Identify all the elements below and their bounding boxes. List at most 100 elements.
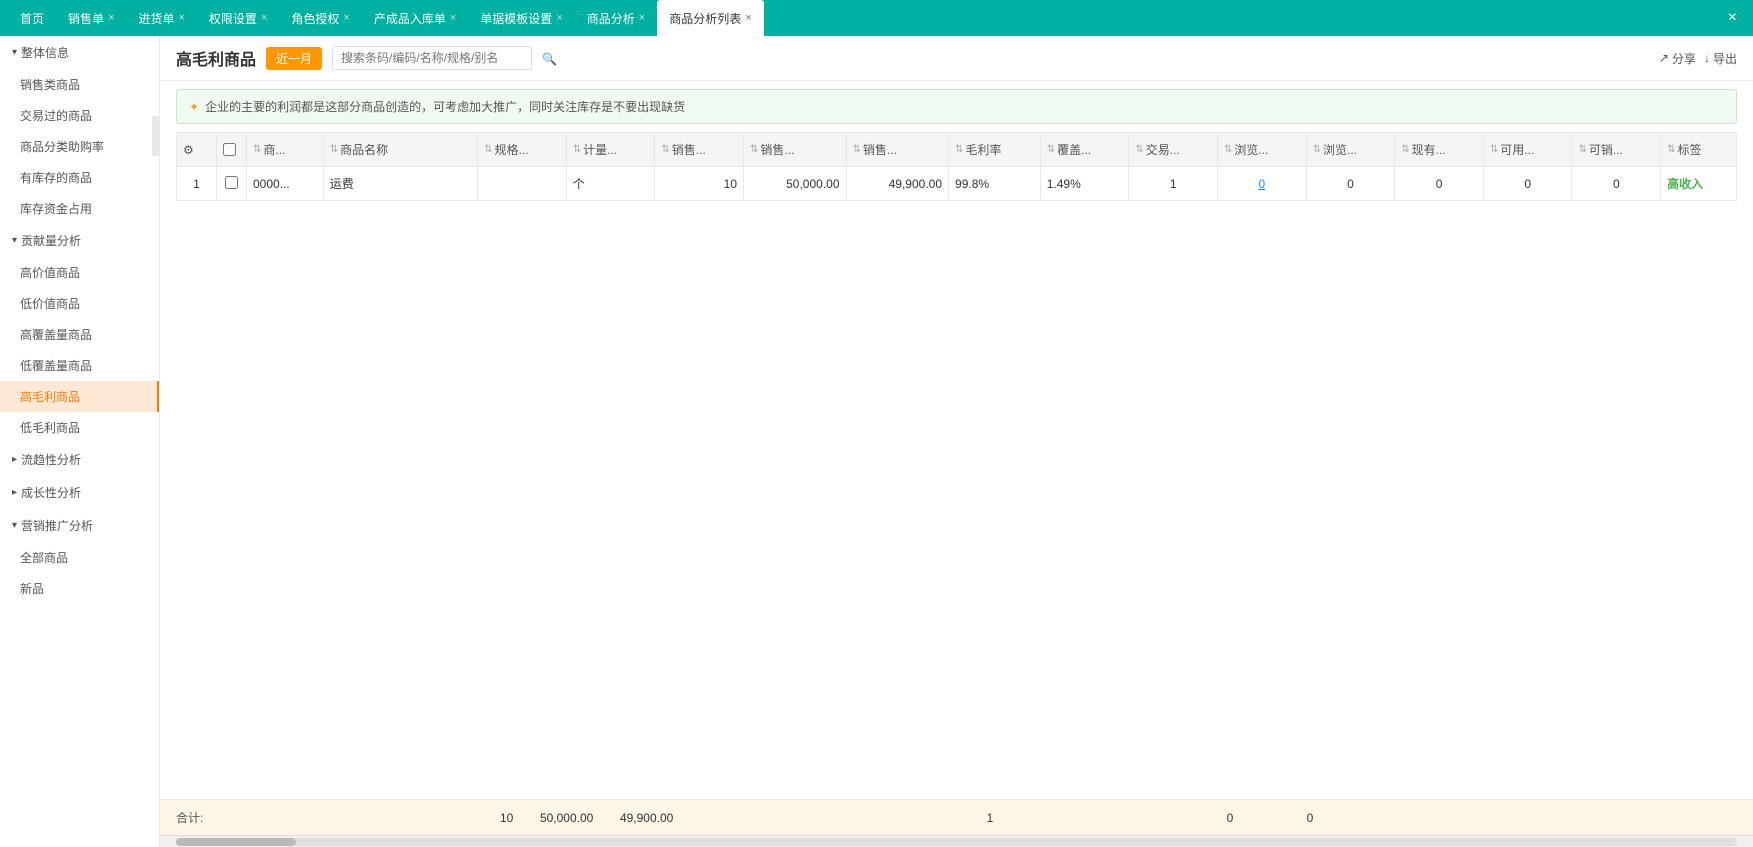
sort-icon: ⇅ [955, 144, 963, 155]
summary-current-stock: 0 [1159, 811, 1239, 825]
col-gross-rate[interactable]: ⇅ 毛利率 [949, 133, 1041, 167]
sort-icon: ⇅ [1047, 144, 1055, 155]
sidebar-item-high-value[interactable]: 高价值商品 [0, 257, 159, 288]
horizontal-scrollbar[interactable] [160, 835, 1753, 847]
col-sales-amount[interactable]: ⇅ 销售... [744, 133, 847, 167]
cell-sales-amount: 50,000.00 [744, 167, 847, 201]
nav-sales-order[interactable]: 销售单 × [56, 0, 126, 36]
sort-icon: ⇅ [750, 144, 758, 155]
close-icon[interactable]: × [108, 12, 114, 24]
sidebar-group-contribution[interactable]: ▾ 贡献量分析 [0, 224, 159, 257]
col-current-stock[interactable]: ⇅ 现有... [1395, 133, 1484, 167]
select-all-checkbox[interactable] [223, 143, 236, 156]
sidebar-item-high-coverage[interactable]: 高覆盖量商品 [0, 319, 159, 350]
sort-icon: ⇅ [1224, 144, 1232, 155]
sidebar-group-overall[interactable]: ▾ 整体信息 [0, 36, 159, 69]
sort-icon: ⇅ [1490, 144, 1498, 155]
nav-permission-settings[interactable]: 权限设置 × [197, 0, 279, 36]
sidebar-collapse-button[interactable]: 《 [152, 116, 160, 156]
cell-sales-qty: 10 [655, 167, 744, 201]
sidebar-item-low-margin[interactable]: 低毛利商品 [0, 412, 159, 443]
col-browse2[interactable]: ⇅ 浏览... [1306, 133, 1395, 167]
nav-purchase-order[interactable]: 进货单 × [126, 0, 196, 36]
nav-home[interactable]: 首页 [8, 0, 56, 36]
sidebar-group-trend[interactable]: ▸ 流趋性分析 [0, 443, 159, 476]
sidebar-item-category-purchase-rate[interactable]: 商品分类助购率 [0, 131, 159, 162]
main-layout: ▾ 整体信息 销售类商品 交易过的商品 商品分类助购率 有库存的商品 库存资金占… [0, 36, 1753, 847]
row-checkbox[interactable] [225, 176, 238, 189]
nav-product-warehouse[interactable]: 产成品入库单 × [362, 0, 468, 36]
sidebar-item-in-stock[interactable]: 有库存的商品 [0, 162, 159, 193]
scrollbar-track [176, 838, 1737, 846]
data-table: ⚙ ⇅ 商... ⇅ [176, 132, 1737, 201]
close-icon[interactable]: × [261, 12, 267, 24]
summary-sales-amount: 50,000.00 [519, 811, 599, 825]
sort-icon: ⇅ [573, 144, 581, 155]
table-wrapper[interactable]: ⚙ ⇅ 商... ⇅ [160, 132, 1753, 799]
sidebar-item-all-goods[interactable]: 全部商品 [0, 542, 159, 573]
close-icon[interactable]: × [450, 12, 456, 24]
sort-icon: ⇅ [1135, 144, 1143, 155]
sort-icon: ⇅ [253, 144, 261, 155]
share-button[interactable]: ↗ 分享 [1659, 50, 1696, 67]
cell-checkbox[interactable] [217, 167, 247, 201]
close-icon[interactable]: × [343, 12, 349, 24]
sidebar-item-traded-goods[interactable]: 交易过的商品 [0, 100, 159, 131]
sidebar-item-new-goods[interactable]: 新品 [0, 573, 159, 604]
sort-icon: ⇅ [1313, 144, 1321, 155]
summary-sales-profit: 49,900.00 [599, 811, 679, 825]
cell-browse2: 0 [1306, 167, 1395, 201]
sidebar-group-marketing[interactable]: ▾ 营销推广分析 [0, 509, 159, 542]
export-button[interactable]: ↓ 导出 [1704, 50, 1737, 67]
cell-coverage: 1.49% [1040, 167, 1129, 201]
sidebar-item-low-coverage[interactable]: 低覆盖量商品 [0, 350, 159, 381]
nav-template-settings[interactable]: 单据模板设置 × [468, 0, 574, 36]
col-saleable[interactable]: ⇅ 可销... [1572, 133, 1661, 167]
sidebar: ▾ 整体信息 销售类商品 交易过的商品 商品分类助购率 有库存的商品 库存资金占… [0, 36, 160, 847]
sidebar-item-stock-capital[interactable]: 库存资金占用 [0, 193, 159, 224]
cell-trade: 1 [1129, 167, 1218, 201]
col-name[interactable]: ⇅ 商品名称 [323, 133, 477, 167]
col-spec[interactable]: ⇅ 规格... [478, 133, 567, 167]
sidebar-group-growth[interactable]: ▸ 成长性分析 [0, 476, 159, 509]
col-trade[interactable]: ⇅ 交易... [1129, 133, 1218, 167]
close-icon[interactable]: × [556, 12, 562, 24]
col-browse1[interactable]: ⇅ 浏览... [1217, 133, 1306, 167]
col-available[interactable]: ⇅ 可用... [1483, 133, 1572, 167]
summary-placeholder1 [679, 811, 799, 825]
close-app-button[interactable]: × [1720, 9, 1745, 27]
col-coverage[interactable]: ⇅ 覆盖... [1040, 133, 1129, 167]
cell-tag: 高收入 [1661, 167, 1737, 201]
sidebar-item-sales-goods[interactable]: 销售类商品 [0, 69, 159, 100]
col-settings[interactable]: ⚙ [177, 133, 217, 167]
summary-sales-qty: 10 [439, 811, 519, 825]
arrow-down-icon: ▾ [12, 47, 17, 58]
scrollbar-thumb[interactable] [176, 838, 296, 846]
nav-product-analysis[interactable]: 商品分析 × [575, 0, 657, 36]
close-icon[interactable]: × [639, 12, 645, 24]
sidebar-item-low-value[interactable]: 低价值商品 [0, 288, 159, 319]
summary-placeholder4 [1079, 811, 1159, 825]
filter-recent-month-button[interactable]: 近一月 [266, 47, 322, 70]
cell-browse1[interactable]: 0 [1217, 167, 1306, 201]
col-tag[interactable]: ⇅ 标签 [1661, 133, 1737, 167]
nav-product-analysis-list[interactable]: 商品分析列表 × [657, 0, 763, 36]
table-row[interactable]: 1 0000... 运费 个 10 50,000.00 49,900.00 99… [177, 167, 1737, 201]
sidebar-item-high-margin[interactable]: 高毛利商品 [0, 381, 159, 412]
col-sales-profit[interactable]: ⇅ 销售... [846, 133, 949, 167]
page-title: 高毛利商品 [176, 46, 256, 70]
col-checkbox[interactable] [217, 133, 247, 167]
sort-icon: ⇅ [661, 144, 669, 155]
close-icon[interactable]: × [178, 12, 184, 24]
nav-role-auth[interactable]: 角色授权 × [279, 0, 361, 36]
arrow-down-icon: ▾ [12, 235, 17, 246]
col-unit[interactable]: ⇅ 计量... [566, 133, 655, 167]
close-icon[interactable]: × [745, 12, 751, 24]
sort-icon: ⇅ [1578, 144, 1586, 155]
col-code[interactable]: ⇅ 商... [247, 133, 324, 167]
search-button[interactable]: 🔍 [542, 50, 557, 66]
cell-gross-rate: 99.8% [949, 167, 1041, 201]
search-input[interactable] [332, 46, 532, 70]
summary-placeholder3 [999, 811, 1079, 825]
col-sales-qty[interactable]: ⇅ 销售... [655, 133, 744, 167]
